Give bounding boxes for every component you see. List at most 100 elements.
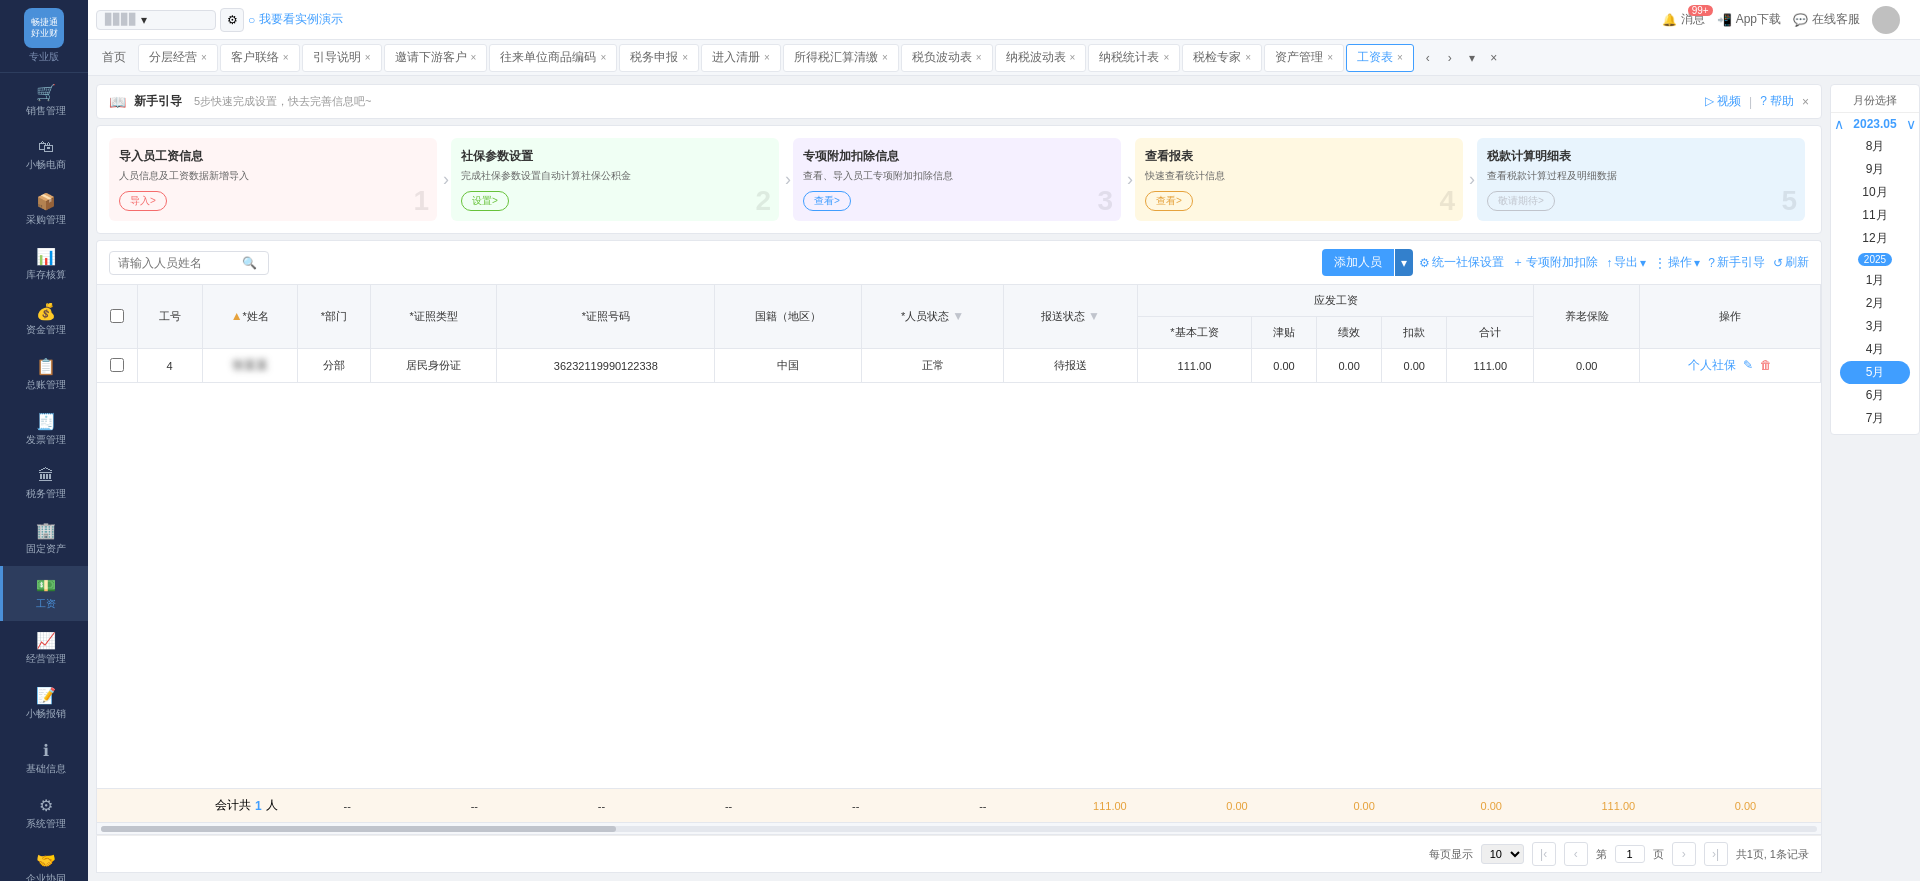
sidebar-item-inventory[interactable]: 📊 库存核算 bbox=[0, 237, 88, 292]
tab-register[interactable]: 进入清册 × bbox=[701, 44, 781, 72]
month-item-12[interactable]: 12月 bbox=[1840, 227, 1910, 250]
scroll-thumb[interactable] bbox=[101, 826, 616, 832]
sidebar-item-payroll[interactable]: 💵 工资 bbox=[0, 566, 88, 621]
op-delete-btn[interactable]: 🗑 bbox=[1760, 358, 1772, 372]
search-icon[interactable]: 🔍 bbox=[242, 256, 257, 270]
tab-close-icon[interactable]: × bbox=[976, 52, 982, 63]
page-size-select[interactable]: 10 20 50 bbox=[1481, 844, 1524, 864]
guide-help-link[interactable]: ? 帮助 bbox=[1760, 93, 1794, 110]
horizontal-scrollbar[interactable] bbox=[96, 823, 1822, 835]
online-service-button[interactable]: 💬 在线客服 bbox=[1793, 11, 1860, 28]
month-item-1[interactable]: 1月 bbox=[1840, 269, 1910, 292]
tab-tax-stats[interactable]: 纳税统计表 × bbox=[1088, 44, 1180, 72]
tab-tax-expert[interactable]: 税检专家 × bbox=[1182, 44, 1262, 72]
tab-guide-intro[interactable]: 引导说明 × bbox=[302, 44, 382, 72]
first-page-btn[interactable]: |‹ bbox=[1532, 842, 1556, 866]
tab-payroll[interactable]: 工资表 × bbox=[1346, 44, 1414, 72]
sidebar-item-expense[interactable]: 📝 小畅报销 bbox=[0, 676, 88, 731]
status-filter-icon[interactable]: ▼ bbox=[952, 309, 964, 323]
month-item-10[interactable]: 10月 bbox=[1840, 181, 1910, 204]
month-item-9[interactable]: 9月 bbox=[1840, 158, 1910, 181]
sidebar-item-system[interactable]: ⚙ 系统管理 bbox=[0, 786, 88, 841]
next-page-btn[interactable]: › bbox=[1672, 842, 1696, 866]
add-person-button[interactable]: 添加人员 bbox=[1322, 249, 1394, 276]
sidebar-item-assets[interactable]: 🏢 固定资产 bbox=[0, 511, 88, 566]
month-item-5[interactable]: 5月 bbox=[1840, 361, 1910, 384]
month-prev-btn[interactable]: ∧ bbox=[1829, 114, 1849, 134]
tab-close-all-btn[interactable]: × bbox=[1484, 48, 1504, 68]
tab-tax-declare[interactable]: 税务申报 × bbox=[619, 44, 699, 72]
tab-tax-fluctuation[interactable]: 纳税波动表 × bbox=[995, 44, 1087, 72]
sidebar-item-finance[interactable]: 💰 资金管理 bbox=[0, 292, 88, 347]
tab-product-code[interactable]: 往来单位商品编码 × bbox=[489, 44, 617, 72]
demo-link[interactable]: ○ 我要看实例演示 bbox=[248, 11, 343, 28]
month-item-6[interactable]: 6月 bbox=[1840, 384, 1910, 407]
guide-close-button[interactable]: × bbox=[1802, 95, 1809, 109]
tab-close-icon[interactable]: × bbox=[365, 52, 371, 63]
guide-video-link[interactable]: ▷ 视频 bbox=[1705, 93, 1741, 110]
search-input[interactable] bbox=[118, 256, 238, 270]
tab-customer[interactable]: 客户联络 × bbox=[220, 44, 300, 72]
tab-close-icon[interactable]: × bbox=[1163, 52, 1169, 63]
tab-close-icon[interactable]: × bbox=[764, 52, 770, 63]
avatar[interactable] bbox=[1872, 6, 1900, 34]
tab-close-icon[interactable]: × bbox=[283, 52, 289, 63]
tab-prev-btn[interactable]: ‹ bbox=[1418, 48, 1438, 68]
tab-close-icon[interactable]: × bbox=[1070, 52, 1076, 63]
notice-button[interactable]: 🔔 消息 99+ bbox=[1662, 11, 1705, 28]
tab-tax-burden[interactable]: 税负波动表 × bbox=[901, 44, 993, 72]
step-btn-4[interactable]: 查看> bbox=[1145, 191, 1193, 211]
month-item-7[interactable]: 7月 bbox=[1840, 407, 1910, 430]
prev-page-btn[interactable]: ‹ bbox=[1564, 842, 1588, 866]
th-name[interactable]: ▲*姓名 bbox=[202, 285, 297, 349]
tab-close-icon[interactable]: × bbox=[1327, 52, 1333, 63]
export-btn[interactable]: ↑ 导出 ▾ bbox=[1606, 254, 1646, 271]
row-checkbox[interactable] bbox=[110, 358, 124, 372]
select-all-checkbox[interactable] bbox=[110, 309, 124, 323]
sidebar-item-collab[interactable]: 🤝 企业协同 bbox=[0, 841, 88, 881]
step-btn-3[interactable]: 查看> bbox=[803, 191, 851, 211]
sidebar-item-basic-info[interactable]: ℹ 基础信息 bbox=[0, 731, 88, 786]
tab-close-icon[interactable]: × bbox=[201, 52, 207, 63]
month-item-8[interactable]: 8月 bbox=[1840, 135, 1910, 158]
tab-close-icon[interactable]: × bbox=[882, 52, 888, 63]
tab-close-icon[interactable]: × bbox=[682, 52, 688, 63]
app-download-button[interactable]: 📲 App下载 bbox=[1717, 11, 1781, 28]
last-page-btn[interactable]: ›| bbox=[1704, 842, 1728, 866]
op-personal-social-btn[interactable]: 个人社保 bbox=[1688, 358, 1736, 372]
refresh-btn[interactable]: ↺ 刷新 bbox=[1773, 254, 1809, 271]
page-number-input[interactable] bbox=[1615, 845, 1645, 863]
operation-btn[interactable]: ⋮ 操作 ▾ bbox=[1654, 254, 1700, 271]
month-item-11[interactable]: 11月 bbox=[1840, 204, 1910, 227]
step-btn-2[interactable]: 设置> bbox=[461, 191, 509, 211]
tab-close-icon[interactable]: × bbox=[600, 52, 606, 63]
tab-asset-mgmt[interactable]: 资产管理 × bbox=[1264, 44, 1344, 72]
month-item-2[interactable]: 2月 bbox=[1840, 292, 1910, 315]
tab-close-icon[interactable]: × bbox=[1397, 52, 1403, 63]
tab-layered-ops[interactable]: 分层经营 × bbox=[138, 44, 218, 72]
tab-invite[interactable]: 邀请下游客户 × bbox=[384, 44, 488, 72]
sidebar-item-tax[interactable]: 🏛 税务管理 bbox=[0, 457, 88, 511]
new-guide-btn[interactable]: ? 新手引导 bbox=[1708, 254, 1765, 271]
month-item-3[interactable]: 3月 bbox=[1840, 315, 1910, 338]
month-item-4[interactable]: 4月 bbox=[1840, 338, 1910, 361]
tab-close-icon[interactable]: × bbox=[1245, 52, 1251, 63]
settings-button[interactable]: ⚙ bbox=[220, 8, 244, 32]
sidebar-item-purchase[interactable]: 📦 采购管理 bbox=[0, 182, 88, 237]
add-person-dropdown-btn[interactable]: ▾ bbox=[1395, 249, 1413, 276]
month-next-btn[interactable]: ∨ bbox=[1901, 114, 1920, 134]
sidebar-item-operations[interactable]: 📈 经营管理 bbox=[0, 621, 88, 676]
unify-social-btn[interactable]: ⚙ 统一社保设置 bbox=[1419, 254, 1504, 271]
tab-close-icon[interactable]: × bbox=[471, 52, 477, 63]
tab-income-tax[interactable]: 所得税汇算清缴 × bbox=[783, 44, 899, 72]
sidebar-item-ledger[interactable]: 📋 总账管理 bbox=[0, 347, 88, 402]
company-selector[interactable]: ▊▊▊▊ ▾ bbox=[96, 10, 216, 30]
sidebar-item-invoice[interactable]: 🧾 发票管理 bbox=[0, 402, 88, 457]
step-btn-5[interactable]: 敬请期待> bbox=[1487, 191, 1555, 211]
tab-next-btn[interactable]: › bbox=[1440, 48, 1460, 68]
sidebar-item-sales[interactable]: 🛒 销售管理 bbox=[0, 73, 88, 128]
report-filter-icon[interactable]: ▼ bbox=[1088, 309, 1100, 323]
sidebar-item-ecommerce[interactable]: 🛍 小畅电商 bbox=[0, 128, 88, 182]
tab-home[interactable]: 首页 bbox=[92, 44, 136, 72]
step-btn-1[interactable]: 导入> bbox=[119, 191, 167, 211]
